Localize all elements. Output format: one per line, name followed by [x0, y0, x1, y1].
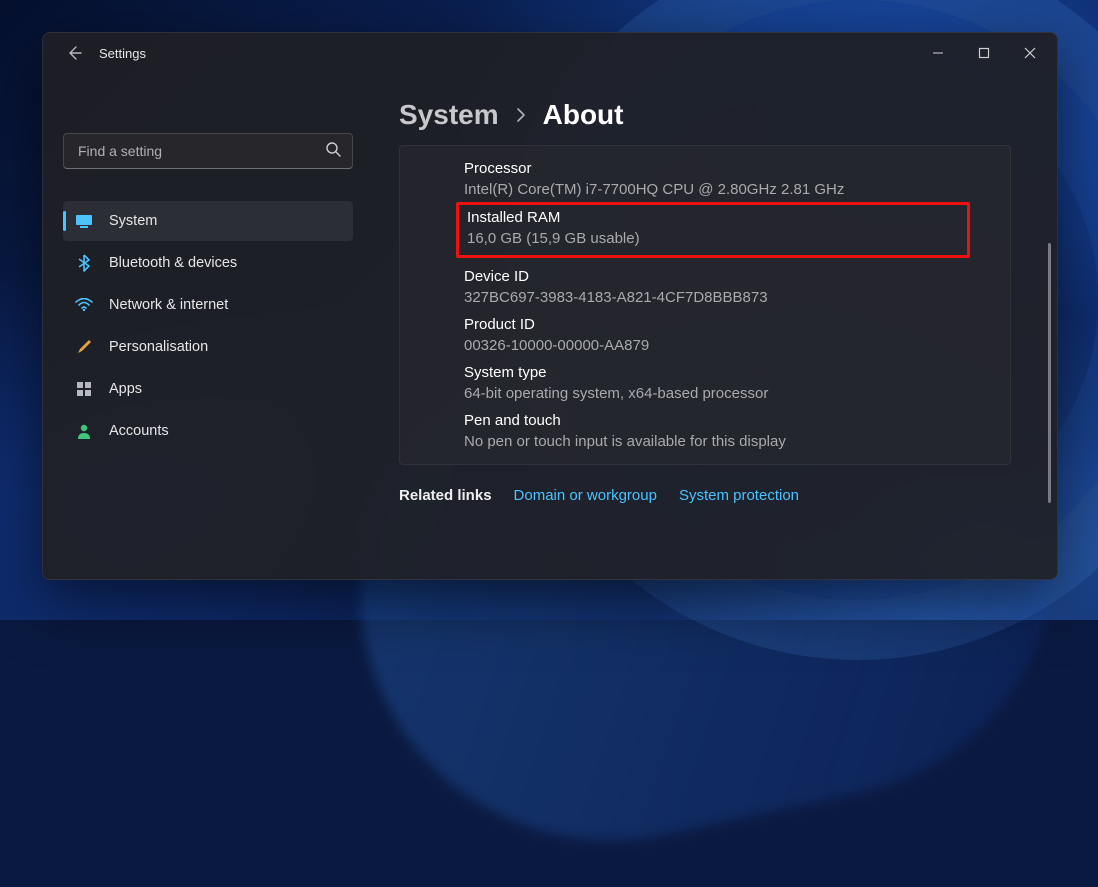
- back-arrow-icon: [66, 45, 82, 61]
- breadcrumb-current: About: [543, 99, 624, 131]
- spec-label-pen-touch: Pen and touch: [464, 412, 1010, 429]
- main-panel: System About Processor Intel(R) Core(TM)…: [373, 73, 1057, 579]
- sidebar-item-label: Network & internet: [109, 297, 228, 313]
- sidebar-item-network[interactable]: Network & internet: [63, 285, 353, 325]
- breadcrumb: System About: [399, 99, 1011, 131]
- content-area: System Bluetooth & devices Network & int…: [43, 73, 1057, 579]
- minimize-button[interactable]: [915, 36, 961, 70]
- sidebar-item-label: Bluetooth & devices: [109, 255, 237, 271]
- sidebar-item-accounts[interactable]: Accounts: [63, 411, 353, 451]
- sidebar-item-bluetooth[interactable]: Bluetooth & devices: [63, 243, 353, 283]
- spec-value-system-type: 64-bit operating system, x64-based proce…: [464, 385, 1010, 402]
- related-links: Related links Domain or workgroup System…: [399, 487, 1011, 504]
- sidebar-item-apps[interactable]: Apps: [63, 369, 353, 409]
- bluetooth-icon: [75, 254, 93, 272]
- nav-list: System Bluetooth & devices Network & int…: [63, 201, 353, 451]
- sidebar-item-label: System: [109, 213, 157, 229]
- related-link-domain[interactable]: Domain or workgroup: [514, 487, 657, 504]
- apps-icon: [75, 380, 93, 398]
- minimize-icon: [932, 47, 944, 59]
- annotation-highlight: Installed RAM 16,0 GB (15,9 GB usable): [456, 202, 970, 258]
- search-icon: [325, 141, 341, 157]
- sidebar-item-label: Accounts: [109, 423, 169, 439]
- breadcrumb-parent[interactable]: System: [399, 99, 499, 131]
- display-icon: [75, 212, 93, 230]
- device-specifications-card: Processor Intel(R) Core(TM) i7-7700HQ CP…: [399, 145, 1011, 465]
- spec-label-processor: Processor: [464, 160, 1010, 177]
- sidebar-item-personalisation[interactable]: Personalisation: [63, 327, 353, 367]
- spec-value-processor: Intel(R) Core(TM) i7-7700HQ CPU @ 2.80GH…: [464, 181, 1010, 198]
- search-wrapper: [63, 133, 353, 169]
- spec-value-device-id: 327BC697-3983-4183-A821-4CF7D8BBB873: [464, 289, 1010, 306]
- window-controls: [915, 36, 1053, 70]
- maximize-button[interactable]: [961, 36, 1007, 70]
- spec-label-ram: Installed RAM: [467, 209, 959, 226]
- back-button[interactable]: [65, 44, 83, 62]
- chevron-right-icon: [515, 107, 527, 123]
- sidebar: System Bluetooth & devices Network & int…: [43, 73, 373, 579]
- wifi-icon: [75, 296, 93, 314]
- settings-window: Settings: [42, 32, 1058, 580]
- close-icon: [1024, 47, 1036, 59]
- related-link-system-protection[interactable]: System protection: [679, 487, 799, 504]
- spec-label-device-id: Device ID: [464, 268, 1010, 285]
- spec-value-product-id: 00326-10000-00000-AA879: [464, 337, 1010, 354]
- person-icon: [75, 422, 93, 440]
- spec-label-system-type: System type: [464, 364, 1010, 381]
- spec-value-ram: 16,0 GB (15,9 GB usable): [467, 230, 959, 247]
- sidebar-item-label: Personalisation: [109, 339, 208, 355]
- scrollbar-thumb[interactable]: [1048, 243, 1051, 503]
- related-links-label: Related links: [399, 487, 492, 504]
- search-input[interactable]: [63, 133, 353, 169]
- spec-label-product-id: Product ID: [464, 316, 1010, 333]
- spec-value-pen-touch: No pen or touch input is available for t…: [464, 433, 1010, 450]
- window-title: Settings: [99, 46, 146, 61]
- maximize-icon: [978, 47, 990, 59]
- titlebar: Settings: [43, 33, 1057, 73]
- sidebar-item-system[interactable]: System: [63, 201, 353, 241]
- sidebar-item-label: Apps: [109, 381, 142, 397]
- close-button[interactable]: [1007, 36, 1053, 70]
- brush-icon: [75, 338, 93, 356]
